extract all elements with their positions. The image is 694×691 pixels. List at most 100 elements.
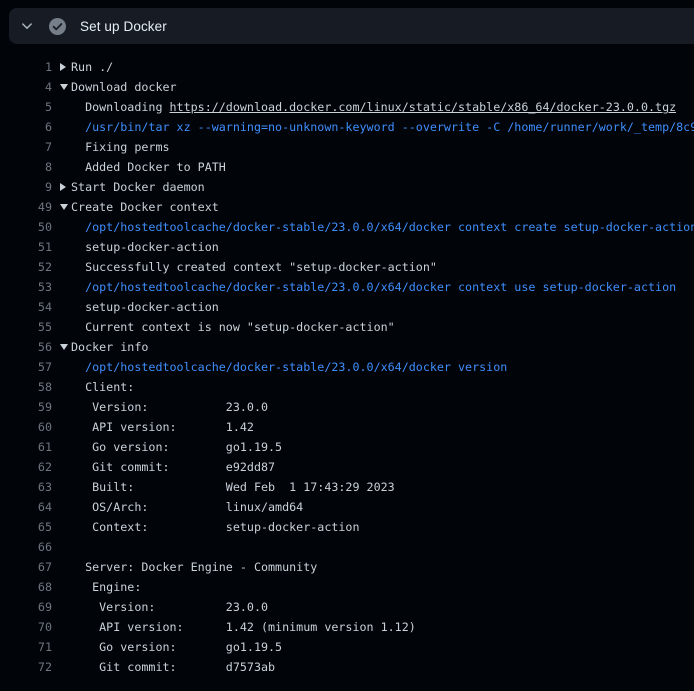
- log-line: 5 Downloading https://download.docker.co…: [0, 97, 694, 117]
- log-text: /opt/hostedtoolcache/docker-stable/23.0.…: [71, 280, 676, 294]
- line-number[interactable]: 59: [8, 400, 52, 414]
- log-line: 64 OS/Arch: linux/amd64: [0, 497, 694, 517]
- log-text: /usr/bin/tar xz --warning=no-unknown-key…: [71, 120, 694, 134]
- log-line: 68 Engine:: [0, 577, 694, 597]
- line-number[interactable]: 52: [8, 260, 52, 274]
- line-number[interactable]: 7: [8, 140, 52, 154]
- line-number[interactable]: 68: [8, 580, 52, 594]
- log-group-header[interactable]: 1 Run ./: [0, 57, 694, 77]
- log-line: 55 Current context is now "setup-docker-…: [0, 317, 694, 337]
- line-number[interactable]: 1: [8, 60, 52, 74]
- log-container: 1 Run ./ 4 Download docker 5 Downloading…: [0, 44, 694, 677]
- line-number[interactable]: 64: [8, 500, 52, 514]
- log-text: Engine:: [71, 580, 141, 594]
- step-title: Set up Docker: [80, 19, 167, 34]
- log-text: Fixing perms: [71, 140, 170, 154]
- line-number[interactable]: 55: [8, 320, 52, 334]
- line-number[interactable]: 51: [8, 240, 52, 254]
- log-line: 57 /opt/hostedtoolcache/docker-stable/23…: [0, 357, 694, 377]
- log-text: Successfully created context "setup-dock…: [71, 260, 437, 274]
- log-text: Start Docker daemon: [71, 180, 205, 194]
- line-number[interactable]: 62: [8, 460, 52, 474]
- log-line: 72 Git commit: d7573ab: [0, 657, 694, 677]
- log-line: 69 Version: 23.0.0: [0, 597, 694, 617]
- line-number[interactable]: 70: [8, 620, 52, 634]
- line-number[interactable]: 49: [8, 200, 52, 214]
- log-text: Version: 23.0.0: [71, 400, 268, 414]
- log-text: API version: 1.42 (minimum version 1.12): [71, 620, 416, 634]
- log-line: 50 /opt/hostedtoolcache/docker-stable/23…: [0, 217, 694, 237]
- log-text: Context: setup-docker-action: [71, 520, 360, 534]
- log-line: 7 Fixing perms: [0, 137, 694, 157]
- line-number[interactable]: 50: [8, 220, 52, 234]
- log-text: Create Docker context: [71, 200, 219, 214]
- step-header-set-up-docker[interactable]: Set up Docker: [9, 8, 694, 44]
- line-number[interactable]: 72: [8, 660, 52, 674]
- log-line: 63 Built: Wed Feb 1 17:43:29 2023: [0, 477, 694, 497]
- log-text: /opt/hostedtoolcache/docker-stable/23.0.…: [71, 220, 694, 234]
- caret-icon: [60, 183, 71, 191]
- caret-icon: [60, 344, 71, 350]
- log-line: 59 Version: 23.0.0: [0, 397, 694, 417]
- log-line: 65 Context: setup-docker-action: [0, 517, 694, 537]
- log-line: 62 Git commit: e92dd87: [0, 457, 694, 477]
- log-line: 6 /usr/bin/tar xz --warning=no-unknown-k…: [0, 117, 694, 137]
- caret-icon: [60, 84, 71, 90]
- line-number[interactable]: 5: [8, 100, 52, 114]
- line-number[interactable]: 56: [8, 340, 52, 354]
- line-number[interactable]: 6: [8, 120, 52, 134]
- log-line: 51 setup-docker-action: [0, 237, 694, 257]
- check-circle-icon: [49, 18, 66, 35]
- log-line: 71 Go version: go1.19.5: [0, 637, 694, 657]
- line-number[interactable]: 67: [8, 560, 52, 574]
- caret-icon: [60, 63, 71, 71]
- line-number[interactable]: 69: [8, 600, 52, 614]
- line-number[interactable]: 66: [8, 540, 52, 554]
- line-number[interactable]: 58: [8, 380, 52, 394]
- log-text: API version: 1.42: [71, 420, 254, 434]
- line-number[interactable]: 9: [8, 180, 52, 194]
- line-number[interactable]: 61: [8, 440, 52, 454]
- log-line: 52 Successfully created context "setup-d…: [0, 257, 694, 277]
- log-text: Run ./: [71, 60, 113, 74]
- line-number[interactable]: 60: [8, 420, 52, 434]
- line-number[interactable]: 71: [8, 640, 52, 654]
- log-text: Built: Wed Feb 1 17:43:29 2023: [71, 480, 395, 494]
- log-link[interactable]: https://download.docker.com/linux/static…: [170, 100, 677, 114]
- log-text: Go version: go1.19.5: [71, 640, 282, 654]
- line-number[interactable]: 57: [8, 360, 52, 374]
- chevron-down-icon[interactable]: [20, 19, 34, 33]
- log-text: Git commit: e92dd87: [71, 460, 275, 474]
- line-number[interactable]: 54: [8, 300, 52, 314]
- log-text: /opt/hostedtoolcache/docker-stable/23.0.…: [71, 360, 507, 374]
- log-text: Downloading https://download.docker.com/…: [71, 100, 676, 114]
- log-text: Docker info: [71, 340, 148, 354]
- log-text: Client:: [71, 380, 134, 394]
- line-number[interactable]: 8: [8, 160, 52, 174]
- line-number[interactable]: 65: [8, 520, 52, 534]
- log-line: 54 setup-docker-action: [0, 297, 694, 317]
- log-line: 70 API version: 1.42 (minimum version 1.…: [0, 617, 694, 637]
- log-text: Current context is now "setup-docker-act…: [71, 320, 395, 334]
- log-line: 53 /opt/hostedtoolcache/docker-stable/23…: [0, 277, 694, 297]
- line-number[interactable]: 53: [8, 280, 52, 294]
- log-line: 61 Go version: go1.19.5: [0, 437, 694, 457]
- log-text: Go version: go1.19.5: [71, 440, 282, 454]
- log-text: Download docker: [71, 80, 177, 94]
- line-number[interactable]: 63: [8, 480, 52, 494]
- log-line: 8 Added Docker to PATH: [0, 157, 694, 177]
- log-line: 67 Server: Docker Engine - Community: [0, 557, 694, 577]
- log-line: 66: [0, 537, 694, 557]
- log-text: Added Docker to PATH: [71, 160, 226, 174]
- log-text: Version: 23.0.0: [71, 600, 268, 614]
- log-group-header[interactable]: 56 Docker info: [0, 337, 694, 357]
- log-group-header[interactable]: 4 Download docker: [0, 77, 694, 97]
- log-text: setup-docker-action: [71, 240, 219, 254]
- log-text: OS/Arch: linux/amd64: [71, 500, 303, 514]
- log-group-header[interactable]: 9 Start Docker daemon: [0, 177, 694, 197]
- caret-icon: [60, 204, 71, 210]
- line-number[interactable]: 4: [8, 80, 52, 94]
- log-group-header[interactable]: 49 Create Docker context: [0, 197, 694, 217]
- log-line: 60 API version: 1.42: [0, 417, 694, 437]
- log-line: 58 Client:: [0, 377, 694, 397]
